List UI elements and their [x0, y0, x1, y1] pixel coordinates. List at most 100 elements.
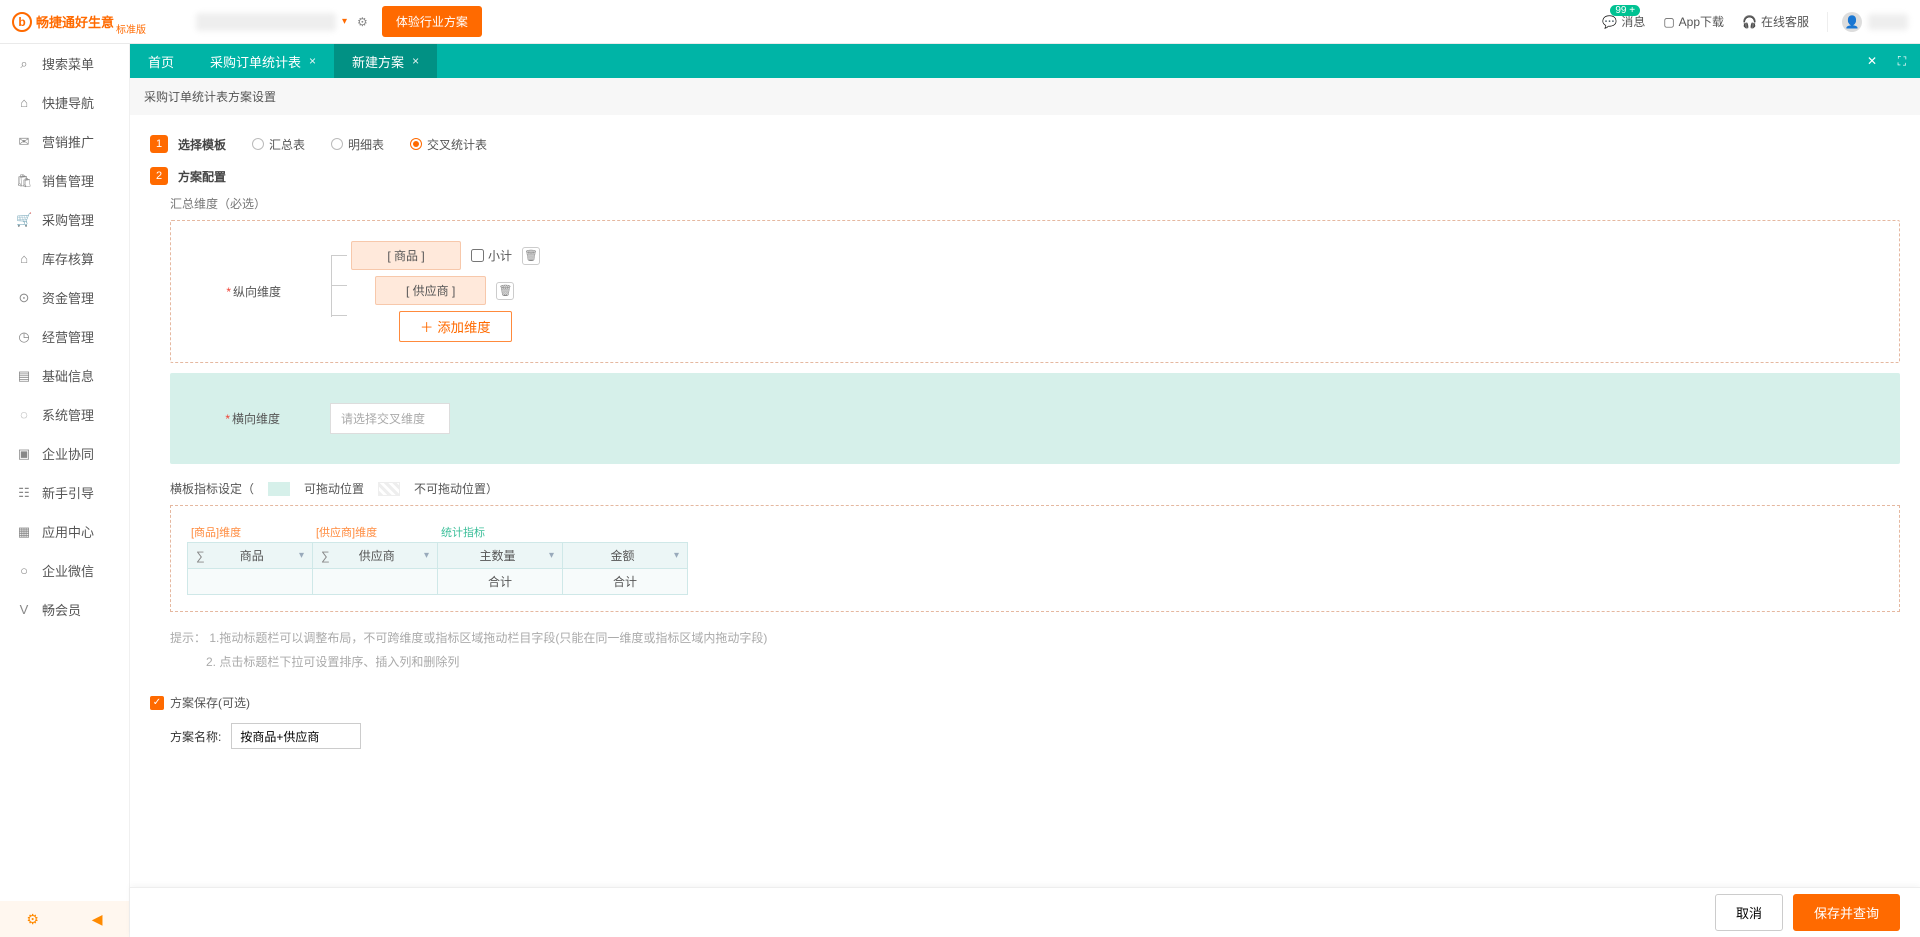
sidebar-item-member[interactable]: V 畅会员 [0, 590, 129, 629]
settings-icon[interactable]: ⚙ [357, 15, 368, 29]
close-icon[interactable]: × [412, 54, 419, 68]
sidebar-item-appcenter[interactable]: ▦应用中心 [0, 512, 129, 551]
chevron-down-icon[interactable]: ▾ [299, 550, 304, 561]
tabbar-controls: ✕ ⛶ [1858, 44, 1920, 78]
cart-icon: 🛒 [16, 212, 32, 228]
messages-button[interactable]: 💬 消息 99 + [1602, 13, 1645, 30]
header-supplier[interactable]: ∑供应商▾ [313, 543, 438, 569]
radio-detail[interactable]: 明细表 [331, 136, 384, 153]
gear-icon[interactable]: ⚙ [26, 911, 39, 928]
chevron-down-icon[interactable]: ▾ [674, 550, 679, 561]
sidebar-item-purchase[interactable]: 🛒采购管理 [0, 200, 129, 239]
dimension-row-supplier: [ 供应商 ] 🗑 [351, 276, 540, 305]
warehouse-icon: ⌂ [16, 251, 32, 266]
sidebar-item-sales[interactable]: 🛍销售管理 [0, 161, 129, 200]
sidebar-item-label: 快捷导航 [42, 93, 94, 112]
header-amount[interactable]: 金额▾ [563, 543, 688, 569]
close-all-tabs-button[interactable]: ✕ [1858, 47, 1886, 75]
online-service-button[interactable]: 🎧 在线客服 [1742, 13, 1809, 30]
delete-icon[interactable]: 🗑 [496, 282, 514, 300]
column-group-labels: [商品]维度 [供应商]维度 统计指标 [187, 522, 1883, 542]
sigma-icon: ∑ [196, 549, 205, 563]
sidebar-item-label: 库存核算 [42, 249, 94, 268]
cross-dimension-select[interactable]: 请选择交叉维度 [330, 403, 450, 434]
sidebar-item-inventory[interactable]: ⌂ 库存核算 [0, 239, 129, 278]
app-download-button[interactable]: ▢ App下载 [1663, 13, 1724, 30]
add-dimension-button[interactable]: ＋添加维度 [399, 311, 512, 342]
logo-text: 畅捷通好生意 [36, 12, 114, 31]
chevron-down-icon: ▾ [342, 16, 347, 27]
delete-icon[interactable]: 🗑 [522, 247, 540, 265]
sidebar-item-label: 搜索菜单 [42, 54, 94, 73]
vip-icon: V [16, 602, 32, 617]
sidebar-footer: ⚙ ◀ [0, 901, 129, 937]
sidebar-item-newbie[interactable]: ☷新手引导 [0, 473, 129, 512]
home-icon: ⌂ [16, 95, 32, 110]
radio-label: 交叉统计表 [427, 136, 487, 153]
plus-icon: ＋ [420, 317, 433, 336]
headset-icon: 🎧 [1742, 15, 1757, 29]
col-label-product-dim: [商品]维度 [187, 522, 312, 542]
save-plan-checkbox[interactable]: ✓ 方案保存(可选) [150, 694, 250, 711]
tab-purchase-stats[interactable]: 采购订单统计表× [192, 44, 334, 78]
legend-swatch-draggable-icon [268, 482, 290, 496]
sidebar-item-search[interactable]: ⌕搜索菜单 [0, 44, 129, 83]
tab-home[interactable]: 首页 [130, 44, 192, 78]
sidebar-item-label: 畅会员 [42, 600, 81, 619]
hint-2: 2. 点击标题栏下拉可设置排序、插入列和删除列 [206, 655, 459, 669]
app-download-label: App下载 [1679, 13, 1724, 30]
sidebar-item-quicknav[interactable]: ⌂ 快捷导航 [0, 83, 129, 122]
save-and-query-button[interactable]: 保存并查询 [1793, 894, 1900, 931]
sidebar-item-marketing[interactable]: ✉营销推广 [0, 122, 129, 161]
main-area: 首页 采购订单统计表× 新建方案× ✕ ⛶ 采购订单统计表方案设置 1 选择模板… [130, 44, 1920, 937]
sidebar-item-label: 系统管理 [42, 405, 94, 424]
radio-icon [331, 138, 343, 150]
preview-table: ∑商品▾ ∑供应商▾ 主数量▾ 金额▾ 合计 合计 [187, 542, 688, 595]
cancel-button[interactable]: 取消 [1715, 894, 1783, 931]
dimension-chip-supplier[interactable]: [ 供应商 ] [375, 276, 486, 305]
fullscreen-button[interactable]: ⛶ [1888, 47, 1916, 75]
app-header: b 畅捷通好生意 标准版 ▾ ⚙ 体验行业方案 💬 消息 99 + ▢ App下… [0, 0, 1920, 44]
org-selector[interactable]: ▾ [196, 13, 347, 31]
close-icon[interactable]: × [309, 54, 316, 68]
sigma-icon: ∑ [321, 549, 330, 563]
sidebar-item-label: 经营管理 [42, 327, 94, 346]
apps-icon: ▦ [16, 524, 32, 540]
checkbox-input[interactable] [471, 249, 484, 262]
sidebar-item-collab[interactable]: ▣企业协同 [0, 434, 129, 473]
header-product[interactable]: ∑商品▾ [188, 543, 313, 569]
cell-total-qty: 合计 [438, 569, 563, 595]
dimension-chip-product[interactable]: [ 商品 ] [351, 241, 461, 270]
checkbox-checked-icon: ✓ [150, 696, 164, 710]
logo: b 畅捷通好生意 [12, 12, 114, 32]
tab-label: 新建方案 [352, 52, 404, 71]
mobile-icon: ▢ [1663, 15, 1674, 29]
hints-block: 提示： 1.拖动标题栏可以调整布局，不可跨维度或指标区域拖动栏目字段(只能在同一… [170, 626, 1900, 674]
sidebar-item-basicinfo[interactable]: ▤基础信息 [0, 356, 129, 395]
sidebar-item-system[interactable]: ◌系统管理 [0, 395, 129, 434]
legend-nodrag-label: 不可拖动位置） [414, 480, 498, 497]
sidebar-item-label: 新手引导 [42, 483, 94, 502]
sidebar-item-finance[interactable]: ⊙资金管理 [0, 278, 129, 317]
horizontal-dim-label: *横向维度 [190, 410, 280, 427]
sidebar: ⌕搜索菜单 ⌂ 快捷导航 ✉营销推广 🛍销售管理 🛒采购管理 ⌂ 库存核算 ⊙资金管… [0, 44, 130, 937]
user-menu[interactable]: 👤 [1827, 12, 1908, 32]
plan-name-input[interactable] [231, 723, 361, 749]
radio-cross[interactable]: 交叉统计表 [410, 136, 487, 153]
form-panel: 1 选择模板 汇总表 明细表 交叉统计表 2 方案配置 汇总维度（必选） [130, 115, 1920, 769]
step-1-header: 1 选择模板 汇总表 明细表 交叉统计表 [150, 135, 1900, 153]
radio-label: 汇总表 [269, 136, 305, 153]
radio-summary[interactable]: 汇总表 [252, 136, 305, 153]
header-qty[interactable]: 主数量▾ [438, 543, 563, 569]
experience-plan-button[interactable]: 体验行业方案 [382, 6, 482, 37]
sidebar-item-operation[interactable]: ◷经营管理 [0, 317, 129, 356]
tab-new-plan[interactable]: 新建方案 × [334, 44, 437, 78]
vertical-dim-label: *纵向维度 [191, 283, 281, 300]
metric-legend: 横板指标设定（ 可拖动位置 不可拖动位置） [170, 480, 1900, 497]
chevron-down-icon[interactable]: ▾ [424, 550, 429, 561]
chevron-down-icon[interactable]: ▾ [549, 550, 554, 561]
subtotal-checkbox[interactable]: 小计 [471, 247, 512, 264]
hints-prefix: 提示： [170, 631, 206, 645]
sidebar-item-wechat[interactable]: ○企业微信 [0, 551, 129, 590]
collapse-icon[interactable]: ◀ [92, 911, 103, 928]
